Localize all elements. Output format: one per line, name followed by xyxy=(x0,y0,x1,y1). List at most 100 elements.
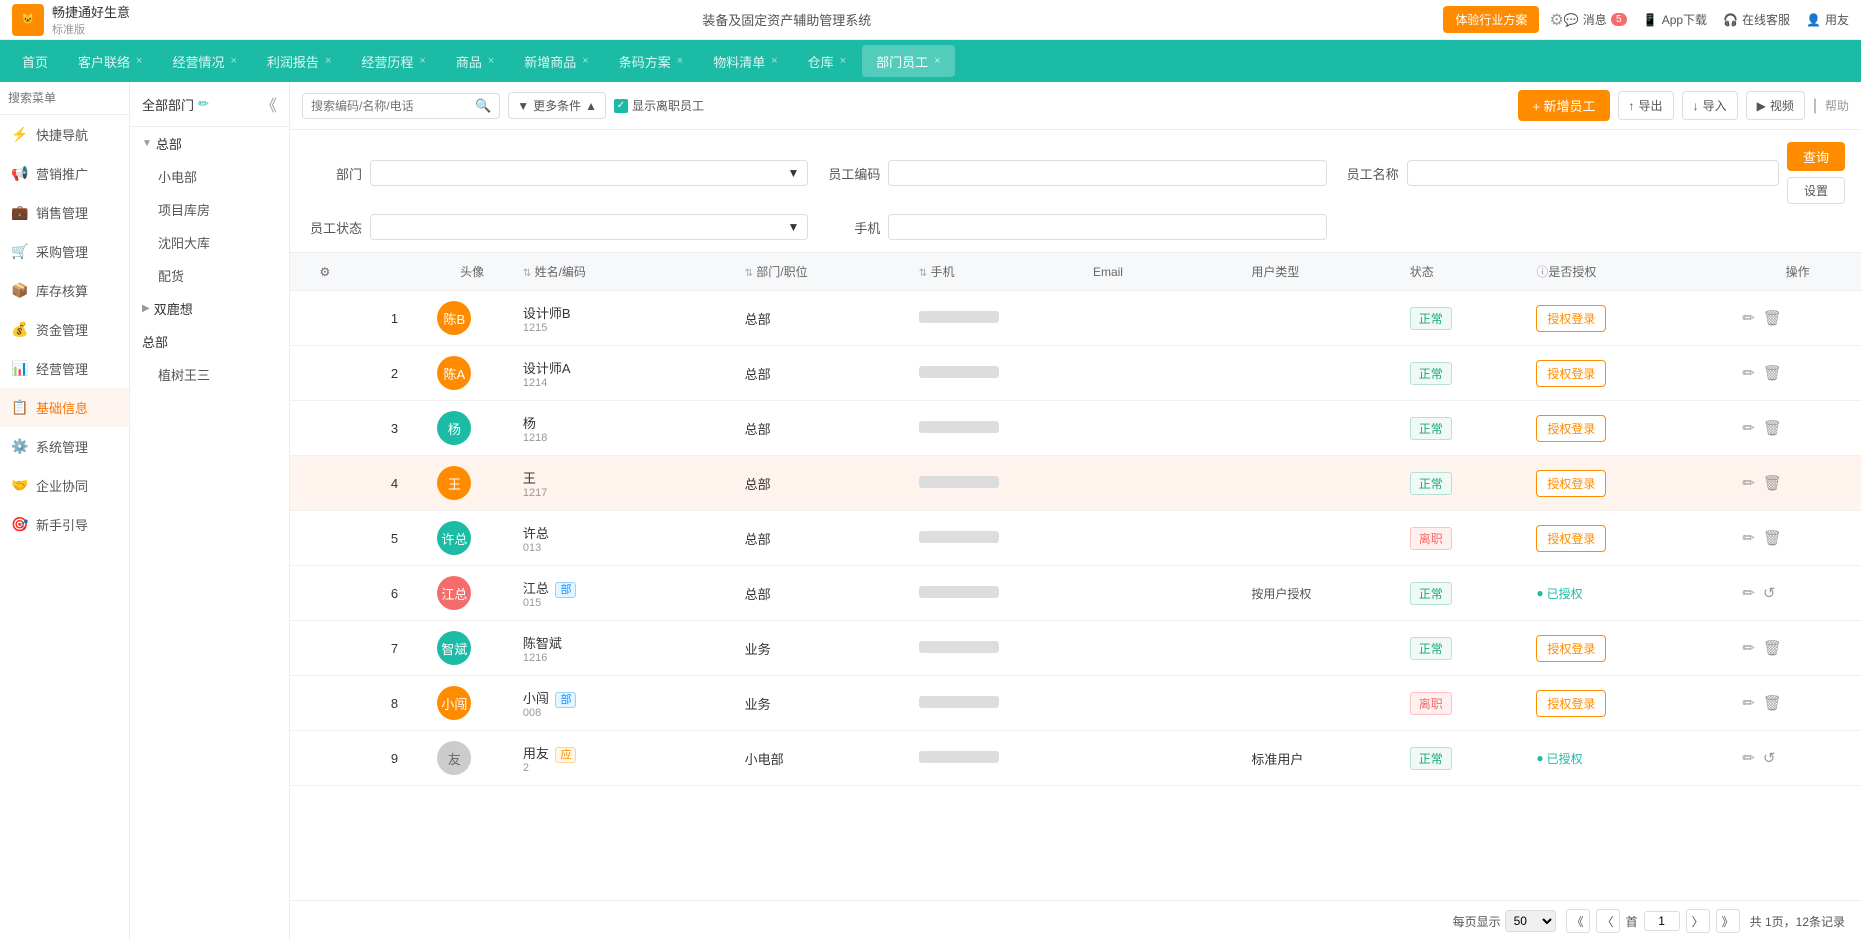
query-btn[interactable]: 查询 xyxy=(1787,142,1845,171)
col-phone[interactable]: ⇅ 手机 xyxy=(911,253,1085,291)
row-3-edit-icon[interactable]: ✏ xyxy=(1742,419,1755,437)
row-5-delete-icon[interactable]: 🗑 xyxy=(1763,529,1782,547)
row-2-auth-btn[interactable]: 授权登录 xyxy=(1536,360,1606,387)
set-btn[interactable]: 设置 xyxy=(1787,177,1845,204)
row-9-refresh-icon[interactable]: ↺ xyxy=(1763,749,1776,767)
tab-history-close[interactable]: × xyxy=(419,55,425,67)
dept-node-peihuo[interactable]: 配货 xyxy=(130,259,289,292)
msg-btn[interactable]: 💬 消息 5 xyxy=(1564,11,1627,28)
tab-operations[interactable]: 经营情况 × xyxy=(158,45,250,77)
sidebar-item-purchase[interactable]: 🛒 采购管理 xyxy=(0,232,129,271)
trial-btn[interactable]: 体验行业方案 xyxy=(1443,6,1539,33)
col-dept[interactable]: ⇅ 部门/职位 xyxy=(737,253,911,291)
tab-goods-close[interactable]: × xyxy=(488,55,494,67)
col-name[interactable]: ⇅ 姓名/编码 xyxy=(515,253,737,291)
row-1-auth-btn[interactable]: 授权登录 xyxy=(1536,305,1606,332)
tab-home[interactable]: 首页 xyxy=(8,45,62,77)
sidebar-item-guide[interactable]: 🎯 新手引导 xyxy=(0,505,129,544)
toolbar-help-icon[interactable]: | xyxy=(1813,97,1817,115)
add-employee-btn[interactable]: + 新增员工 xyxy=(1518,90,1609,121)
row-6-edit-icon[interactable]: ✏ xyxy=(1742,584,1755,602)
sidebar-item-inventory[interactable]: 📦 库存核算 xyxy=(0,271,129,310)
row-1-delete-icon[interactable]: 🗑 xyxy=(1763,309,1782,327)
tab-customers-close[interactable]: × xyxy=(136,55,142,67)
dept-collapse-icon[interactable]: 《 xyxy=(261,92,277,116)
row-5-edit-icon[interactable]: ✏ xyxy=(1742,529,1755,547)
row-7-auth-btn[interactable]: 授权登录 xyxy=(1536,635,1606,662)
sidebar-search-input[interactable] xyxy=(8,91,130,105)
row-7-edit-icon[interactable]: ✏ xyxy=(1742,639,1755,657)
sidebar-item-capital[interactable]: 💰 资金管理 xyxy=(0,310,129,349)
export-btn[interactable]: ↑ 导出 xyxy=(1618,91,1674,120)
show-resigned-wrap[interactable]: ✓ 显示离职员工 xyxy=(614,97,704,114)
tab-add-goods[interactable]: 新增商品 × xyxy=(510,45,602,77)
tab-customers[interactable]: 客户联络 × xyxy=(64,45,156,77)
sidebar-item-marketing[interactable]: 📢 营销推广 xyxy=(0,154,129,193)
show-resigned-checkbox[interactable]: ✓ xyxy=(614,99,628,113)
filter-empname-input[interactable] xyxy=(1407,160,1779,186)
filter-phone-input[interactable] xyxy=(888,214,1326,240)
filter-status-select[interactable]: ▼ xyxy=(370,214,808,240)
tab-profit-close[interactable]: × xyxy=(325,55,331,67)
user-btn[interactable]: 👤 用友 xyxy=(1806,11,1849,28)
sidebar-item-sysadmin[interactable]: ⚙️ 系统管理 xyxy=(0,427,129,466)
row-3-auth-btn[interactable]: 授权登录 xyxy=(1536,415,1606,442)
row-8-edit-icon[interactable]: ✏ xyxy=(1742,694,1755,712)
row-5-auth-btn[interactable]: 授权登录 xyxy=(1536,525,1606,552)
col-settings[interactable]: ⚙ xyxy=(290,253,360,291)
filter-dept-select[interactable]: ▼ xyxy=(370,160,808,186)
toolbar-more-icon[interactable]: 帮助 xyxy=(1825,97,1849,114)
row-1-edit-icon[interactable]: ✏ xyxy=(1742,309,1755,327)
page-number-input[interactable] xyxy=(1644,911,1680,931)
row-4-edit-icon[interactable]: ✏ xyxy=(1742,474,1755,492)
first-page-btn[interactable]: 《 xyxy=(1566,909,1590,933)
tab-history[interactable]: 经营历程 × xyxy=(347,45,439,77)
tab-warehouse-close[interactable]: × xyxy=(840,55,846,67)
row-6-refresh-icon[interactable]: ↺ xyxy=(1763,584,1776,602)
row-4-auth-btn[interactable]: 授权登录 xyxy=(1536,470,1606,497)
next-page-btn[interactable]: 〉 xyxy=(1686,909,1710,933)
view-btn[interactable]: ▶ 视频 xyxy=(1746,91,1805,120)
import-btn[interactable]: ↓ 导入 xyxy=(1682,91,1738,120)
tab-operations-close[interactable]: × xyxy=(230,55,236,67)
settings-gear-icon[interactable]: ⚙ xyxy=(1549,10,1563,30)
sidebar-item-sales[interactable]: 💼 销售管理 xyxy=(0,193,129,232)
more-filter-btn[interactable]: ▼ 更多条件 ▲ xyxy=(508,92,606,119)
tab-barcode[interactable]: 条码方案 × xyxy=(605,45,697,77)
dept-node-zhishu[interactable]: 植树王三 xyxy=(130,358,289,391)
tab-bom-close[interactable]: × xyxy=(771,55,777,67)
dept-node-shuangluxiang[interactable]: ▶ 双鹿想 xyxy=(130,292,289,325)
row-4-delete-icon[interactable]: 🗑 xyxy=(1763,474,1782,492)
row-3-delete-icon[interactable]: 🗑 xyxy=(1763,419,1782,437)
sidebar-item-collab[interactable]: 🤝 企业协同 xyxy=(0,466,129,505)
dept-node-0[interactable]: ▼ 总部 xyxy=(130,127,289,160)
row-7-delete-icon[interactable]: 🗑 xyxy=(1763,639,1782,657)
tab-warehouse[interactable]: 仓库 × xyxy=(794,45,860,77)
row-8-delete-icon[interactable]: 🗑 xyxy=(1763,694,1782,712)
dept-node-xmkf[interactable]: 项目库房 xyxy=(130,193,289,226)
row-2-edit-icon[interactable]: ✏ xyxy=(1742,364,1755,382)
dept-node-zongbu[interactable]: 总部 xyxy=(130,325,289,358)
last-page-btn[interactable]: 》 xyxy=(1716,909,1740,933)
sidebar-item-operations[interactable]: 📊 经营管理 xyxy=(0,349,129,388)
tab-employees[interactable]: 部门员工 × xyxy=(862,45,954,77)
dept-all-label[interactable]: 全部部门 ✏ xyxy=(142,95,209,114)
search-input[interactable] xyxy=(311,99,471,113)
tab-employees-close[interactable]: × xyxy=(934,55,940,67)
tab-profit[interactable]: 利润报告 × xyxy=(253,45,345,77)
tab-bom[interactable]: 物料清单 × xyxy=(699,45,791,77)
row-2-delete-icon[interactable]: 🗑 xyxy=(1763,364,1782,382)
support-btn[interactable]: 🎧 在线客服 xyxy=(1723,11,1790,28)
dept-node-sydak[interactable]: 沈阳大库 xyxy=(130,226,289,259)
row-8-auth-btn[interactable]: 授权登录 xyxy=(1536,690,1606,717)
tab-barcode-close[interactable]: × xyxy=(677,55,683,67)
sidebar-item-quicknav[interactable]: ⚡ 快捷导航 xyxy=(0,115,129,154)
tab-goods[interactable]: 商品 × xyxy=(442,45,508,77)
row-9-edit-icon[interactable]: ✏ xyxy=(1742,749,1755,767)
app-download-btn[interactable]: 📱 App下载 xyxy=(1643,11,1707,28)
dept-edit-icon[interactable]: ✏ xyxy=(198,96,209,112)
tab-add-goods-close[interactable]: × xyxy=(582,55,588,67)
sidebar-item-basicinfo[interactable]: 📋 基础信息 xyxy=(0,388,129,427)
dept-node-xiaodian[interactable]: 小电部 xyxy=(130,160,289,193)
prev-page-btn[interactable]: 〈 xyxy=(1596,909,1620,933)
